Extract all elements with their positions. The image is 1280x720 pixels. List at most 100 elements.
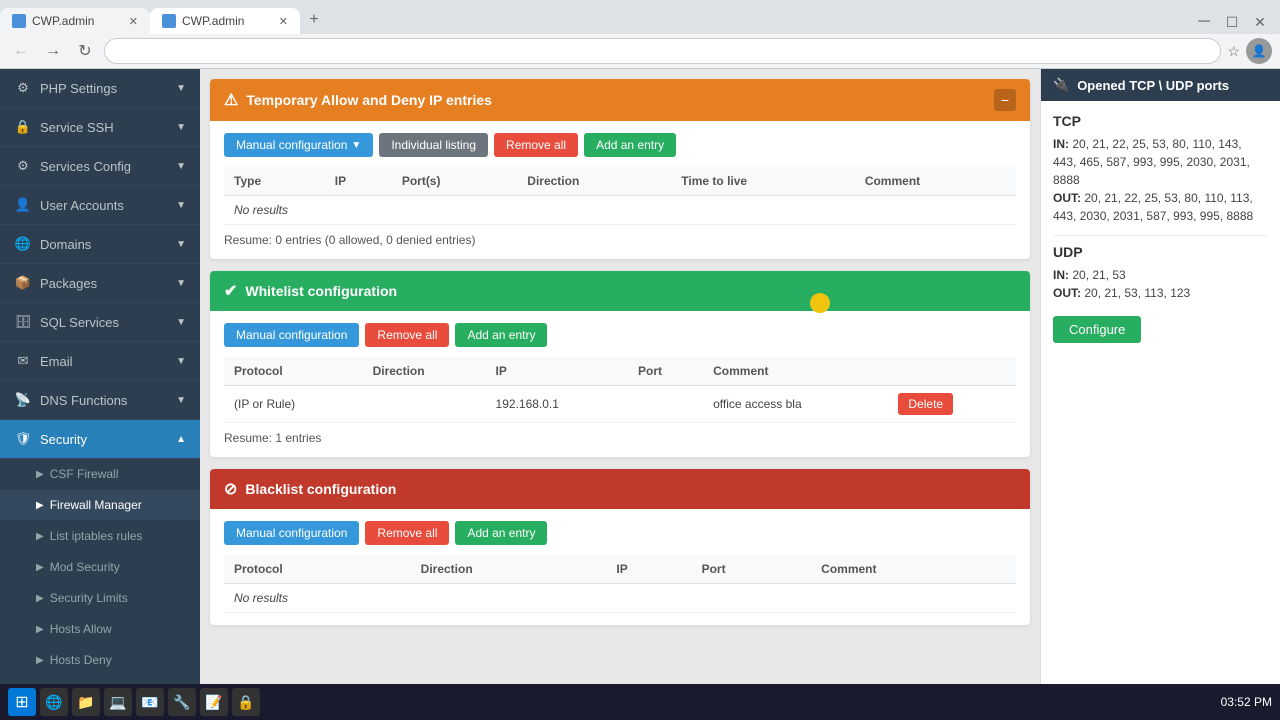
sidebar-label: Packages: [40, 276, 97, 291]
start-button[interactable]: ⊞: [8, 688, 36, 716]
configure-button[interactable]: Configure: [1053, 316, 1141, 343]
sidebar-sub-item-hosts-deny[interactable]: ▶ Hosts Deny: [0, 645, 200, 676]
new-tab-button[interactable]: +: [300, 6, 328, 34]
sidebar-sub-item-mod-security[interactable]: ▶ Mod Security: [0, 552, 200, 583]
tab-inactive[interactable]: CWP.admin ✕: [0, 8, 150, 34]
taskbar-folder[interactable]: 📁: [72, 688, 100, 716]
blacklist-panel: ⊘ Blacklist configuration Manual configu…: [210, 469, 1030, 625]
blacklist-add-entry-btn[interactable]: Add an entry: [455, 521, 547, 545]
sidebar-sub-item-firewall-manager[interactable]: ▶ Firewall Manager: [0, 490, 200, 521]
sidebar-item-dns-functions[interactable]: 📡 DNS Functions ▼: [0, 381, 200, 420]
col-port: Port: [628, 357, 703, 386]
udp-out-label: OUT:: [1053, 286, 1081, 300]
udp-out-ports: 20, 21, 53, 113, 123: [1084, 286, 1190, 300]
forward-button[interactable]: →: [40, 38, 66, 64]
tab-close-icon[interactable]: ✕: [129, 15, 138, 28]
ban-icon: ⊘: [224, 479, 237, 499]
sidebar-item-user-accounts[interactable]: 👤 User Accounts ▼: [0, 186, 200, 225]
cell-comment: office access bla: [703, 386, 888, 423]
cell-port: [628, 386, 703, 423]
blacklist-panel-header: ⊘ Blacklist configuration: [210, 469, 1030, 509]
profile-icon[interactable]: 👤: [1246, 38, 1272, 64]
arrow-icon: ▼: [176, 395, 186, 406]
php-settings-icon: ⚙: [14, 79, 32, 97]
sidebar-sub-item-csf-firewall[interactable]: ▶ CSF Firewall: [0, 459, 200, 490]
network-icon: 🔌: [1053, 77, 1069, 93]
blacklist-remove-all-btn[interactable]: Remove all: [365, 521, 449, 545]
bookmark-icon[interactable]: ☆: [1227, 43, 1240, 60]
sidebar-item-services-config[interactable]: ⚙ Services Config ▼: [0, 147, 200, 186]
address-bar[interactable]: 185.4.149.113:2030/index.php?module=fire…: [104, 38, 1221, 64]
col-ip: IP: [606, 555, 691, 584]
temp-btn-group: Manual configuration ▼ Individual listin…: [224, 133, 1016, 157]
whitelist-add-entry-btn[interactable]: Add an entry: [455, 323, 547, 347]
temp-resume: Resume: 0 entries (0 allowed, 0 denied e…: [224, 233, 1016, 247]
sub-item-label: Hosts Deny: [50, 653, 112, 667]
refresh-button[interactable]: ↻: [72, 38, 98, 64]
tab-favicon: [12, 14, 26, 28]
sidebar-label: Domains: [40, 237, 91, 252]
remove-all-btn[interactable]: Remove all: [494, 133, 578, 157]
sidebar-sub-item-list-iptables[interactable]: ▶ List iptables rules: [0, 521, 200, 552]
service-ssh-icon: 🔒: [14, 118, 32, 136]
taskbar-app2[interactable]: 📧: [136, 688, 164, 716]
tcp-section: TCP IN: 20, 21, 22, 25, 53, 80, 110, 143…: [1053, 113, 1268, 343]
taskbar-ie[interactable]: 🌐: [40, 688, 68, 716]
nav-bar: ← → ↻ 185.4.149.113:2030/index.php?modul…: [0, 34, 1280, 69]
sidebar-item-security[interactable]: 🛡 Security ▲: [0, 420, 200, 459]
cell-delete: Delete: [888, 386, 1016, 423]
sidebar-item-email[interactable]: ✉ Email ▼: [0, 342, 200, 381]
close-button[interactable]: ✕: [1248, 10, 1272, 34]
services-config-icon: ⚙: [14, 157, 32, 175]
delete-button[interactable]: Delete: [898, 393, 953, 415]
domains-icon: 🌐: [14, 235, 32, 253]
tab-close-active-icon[interactable]: ✕: [279, 15, 288, 28]
sidebar-item-packages[interactable]: 📦 Packages ▼: [0, 264, 200, 303]
address-input[interactable]: 185.4.149.113:2030/index.php?module=fire…: [117, 44, 1208, 58]
sidebar-sub-item-security-limits[interactable]: ▶ Security Limits: [0, 583, 200, 614]
sidebar-label: Services Config: [40, 159, 131, 174]
manual-config-btn[interactable]: Manual configuration ▼: [224, 133, 373, 157]
sql-services-icon: 🗄: [14, 313, 32, 331]
taskbar-app1[interactable]: 💻: [104, 688, 132, 716]
whitelist-remove-all-btn[interactable]: Remove all: [365, 323, 449, 347]
table-row-no-results: No results: [224, 196, 1016, 225]
col-direction: Direction: [517, 167, 671, 196]
maximize-button[interactable]: ☐: [1220, 10, 1244, 34]
whitelist-manual-config-btn[interactable]: Manual configuration: [224, 323, 359, 347]
sidebar-label: User Accounts: [40, 198, 124, 213]
arrow-icon: ▼: [176, 356, 186, 367]
temp-panel-toggle[interactable]: −: [994, 89, 1016, 111]
sidebar-label: SQL Services: [40, 315, 119, 330]
main-content: ⚠ Temporary Allow and Deny IP entries − …: [200, 69, 1040, 684]
user-accounts-icon: 👤: [14, 196, 32, 214]
sub-arrow-icon: ▶: [36, 531, 44, 542]
taskbar: ⊞ 🌐 📁 💻 📧 🔧 📝 🔒 03:52 PM: [0, 684, 1280, 720]
blacklist-panel-title: Blacklist configuration: [245, 481, 396, 497]
udp-label: UDP: [1053, 244, 1268, 260]
cell-direction: [363, 386, 486, 423]
col-comment: Comment: [811, 555, 1016, 584]
taskbar-app4[interactable]: 📝: [200, 688, 228, 716]
whitelist-resume: Resume: 1 entries: [224, 431, 1016, 445]
sidebar-item-sql-services[interactable]: 🗄 SQL Services ▼: [0, 303, 200, 342]
sub-item-label: CSF Firewall: [50, 467, 119, 481]
tab-active[interactable]: CWP.admin ✕: [150, 8, 300, 34]
add-entry-btn[interactable]: Add an entry: [584, 133, 676, 157]
minimize-button[interactable]: ─: [1192, 10, 1216, 34]
col-ttl: Time to live: [671, 167, 855, 196]
col-ip: IP: [486, 357, 628, 386]
blacklist-btn-group: Manual configuration Remove all Add an e…: [224, 521, 1016, 545]
back-button[interactable]: ←: [8, 38, 34, 64]
sidebar-item-php-settings[interactable]: ⚙ PHP Settings ▼: [0, 69, 200, 108]
blacklist-manual-config-btn[interactable]: Manual configuration: [224, 521, 359, 545]
taskbar-app3[interactable]: 🔧: [168, 688, 196, 716]
col-ip: IP: [325, 167, 392, 196]
taskbar-app5[interactable]: 🔒: [232, 688, 260, 716]
sidebar-sub-item-hosts-allow[interactable]: ▶ Hosts Allow: [0, 614, 200, 645]
sidebar-item-domains[interactable]: 🌐 Domains ▼: [0, 225, 200, 264]
temp-allow-deny-panel: ⚠ Temporary Allow and Deny IP entries − …: [210, 79, 1030, 259]
individual-listing-btn[interactable]: Individual listing: [379, 133, 488, 157]
sidebar-sub-item-shell-access[interactable]: ▶ Shell Access: [0, 676, 200, 684]
sidebar-item-service-ssh[interactable]: 🔒 Service SSH ▼: [0, 108, 200, 147]
